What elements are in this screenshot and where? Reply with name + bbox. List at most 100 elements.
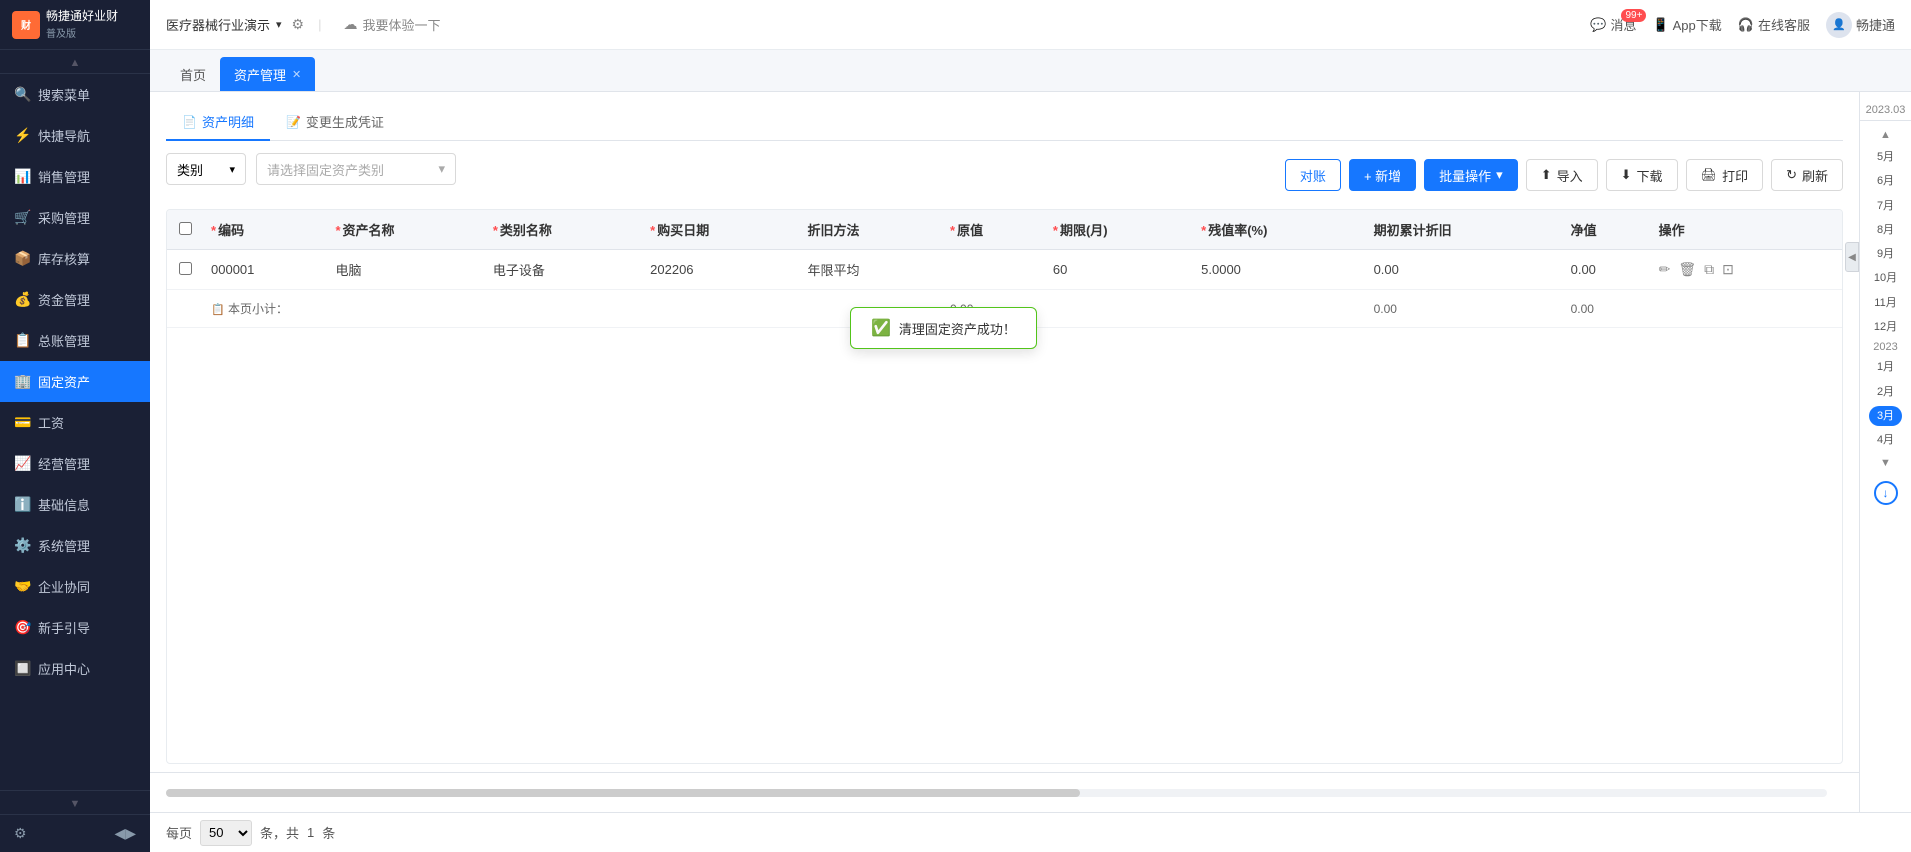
col-purchase-date: *购买日期 bbox=[642, 210, 799, 250]
copy-icon[interactable]: ⧉ bbox=[1704, 261, 1714, 278]
download-button[interactable]: ⬇ 下载 bbox=[1606, 159, 1678, 191]
sidebar-item-sales[interactable]: 📊 销售管理 bbox=[0, 156, 150, 197]
sidebar-item-ledger[interactable]: 📋 总账管理 bbox=[0, 320, 150, 361]
per-page-unit: 条，共 bbox=[260, 823, 299, 842]
system-icon: ⚙️ bbox=[14, 537, 30, 554]
collab-icon: 🤝 bbox=[14, 578, 30, 595]
sidebar-item-label: 资金管理 bbox=[38, 290, 90, 309]
experience-button[interactable]: ☁ 我要体验一下 bbox=[344, 15, 441, 34]
settings-icon[interactable]: ⚙ bbox=[14, 825, 27, 842]
sidebar-item-finance[interactable]: 💰 资金管理 bbox=[0, 279, 150, 320]
inventory-icon: 📦 bbox=[14, 250, 30, 267]
row-checkbox-cell[interactable] bbox=[167, 250, 203, 290]
panel-month-11[interactable]: 11月 bbox=[1860, 291, 1911, 315]
panel-action-icon[interactable]: ↓ bbox=[1874, 481, 1898, 505]
sidebar-item-inventory[interactable]: 📦 库存核算 bbox=[0, 238, 150, 279]
row-checkbox[interactable] bbox=[179, 262, 192, 275]
sidebar-nav: 🔍 搜索菜单 ⚡ 快捷导航 📊 销售管理 🛒 采购管理 📦 库存核算 💰 资金管… bbox=[0, 74, 150, 790]
per-page-select[interactable]: 50 100 200 bbox=[200, 820, 252, 846]
category-filter[interactable]: 类别 ▾ bbox=[166, 153, 246, 185]
col-period: *期限(月) bbox=[1045, 210, 1193, 250]
sidebar: 财 畅捷通好业财 普及版 ▲ 🔍 搜索菜单 ⚡ 快捷导航 📊 销售管理 🛒 采购… bbox=[0, 0, 150, 852]
sidebar-item-payroll[interactable]: 💳 工资 bbox=[0, 402, 150, 443]
panel-down-arrow[interactable]: ▼ bbox=[1876, 453, 1895, 473]
tab-home[interactable]: 首页 bbox=[166, 57, 220, 91]
col-code: *编码 bbox=[203, 210, 327, 250]
message-badge: 99+ bbox=[1621, 9, 1646, 22]
sidebar-item-search[interactable]: 🔍 搜索菜单 bbox=[0, 74, 150, 115]
content-area: 📄 资产明细 📝 变更生成凭证 类别 ▾ 请选择固定资产类别 bbox=[150, 92, 1911, 812]
table-footer bbox=[150, 772, 1859, 812]
operations-icon: 📈 bbox=[14, 455, 30, 472]
panel-month-5[interactable]: 5月 bbox=[1860, 145, 1911, 169]
sidebar-item-quicknav[interactable]: ⚡ 快捷导航 bbox=[0, 115, 150, 156]
sidebar-footer: ⚙ ◀▶ bbox=[0, 814, 150, 852]
user-menu[interactable]: 👤 畅捷通 bbox=[1826, 12, 1895, 38]
company-selector[interactable]: 医疗器械行业演示 ▾ bbox=[166, 15, 282, 34]
message-button[interactable]: 💬 消息 99+ bbox=[1590, 15, 1636, 34]
collapse-icon[interactable]: ◀▶ bbox=[114, 825, 136, 842]
col-net-value: 净值 bbox=[1563, 210, 1651, 250]
select-all-header[interactable] bbox=[167, 210, 203, 250]
sidebar-item-guide[interactable]: 🎯 新手引导 bbox=[0, 607, 150, 648]
category-input[interactable]: 请选择固定资产类别 ▾ bbox=[256, 153, 456, 185]
tab-asset-management[interactable]: 资产管理 ✕ bbox=[220, 57, 315, 91]
cell-net-value: 0.00 bbox=[1563, 250, 1651, 290]
sidebar-item-operations[interactable]: 📈 经营管理 bbox=[0, 443, 150, 484]
tab-close-icon[interactable]: ✕ bbox=[292, 68, 301, 81]
panel-month-4[interactable]: 4月 bbox=[1860, 428, 1911, 452]
print-button[interactable]: 🖨 打印 bbox=[1686, 159, 1764, 191]
online-service-button[interactable]: 🎧 在线客服 bbox=[1738, 15, 1810, 34]
sidebar-item-fixedassets[interactable]: 🏢 固定资产 bbox=[0, 361, 150, 402]
per-page-label: 每页 bbox=[166, 823, 192, 842]
sidebar-item-basicinfo[interactable]: ℹ️ 基础信息 bbox=[0, 484, 150, 525]
sidebar-item-label: 采购管理 bbox=[38, 208, 90, 227]
add-new-button[interactable]: + 新增 bbox=[1349, 159, 1416, 191]
appcenter-icon: 🔲 bbox=[14, 660, 30, 677]
select-all-checkbox[interactable] bbox=[179, 222, 192, 235]
guide-icon: 🎯 bbox=[14, 619, 30, 636]
panel-collapse-button[interactable]: ◀ bbox=[1845, 242, 1859, 272]
panel-month-2[interactable]: 2月 bbox=[1860, 380, 1911, 404]
settings-icon[interactable]: ⚙ bbox=[292, 16, 305, 33]
service-icon: 🎧 bbox=[1738, 17, 1754, 33]
app-download-button[interactable]: 📱 App下载 bbox=[1652, 15, 1721, 34]
reconcile-button[interactable]: 对账 bbox=[1285, 159, 1341, 191]
panel-period-header: 2023.03 bbox=[1860, 100, 1911, 121]
main-area: 医疗器械行业演示 ▾ ⚙ | ☁ 我要体验一下 💬 消息 99+ 📱 App下载… bbox=[150, 0, 1911, 852]
sidebar-item-collab[interactable]: 🤝 企业协同 bbox=[0, 566, 150, 607]
refresh-button[interactable]: ↻ 刷新 bbox=[1771, 159, 1843, 191]
panel-up-arrow[interactable]: ▲ bbox=[1876, 125, 1895, 145]
panel-month-1[interactable]: 1月 bbox=[1860, 355, 1911, 379]
sub-tab-asset-detail[interactable]: 📄 资产明细 bbox=[166, 104, 270, 141]
sub-tabs: 📄 资产明细 📝 变更生成凭证 bbox=[166, 104, 1843, 141]
sub-tab-change-voucher[interactable]: 📝 变更生成凭证 bbox=[270, 104, 400, 141]
panel-month-6[interactable]: 6月 bbox=[1860, 169, 1911, 193]
print-icon: 🖨 bbox=[1701, 167, 1718, 183]
chevron-down-icon: ▾ bbox=[1496, 167, 1503, 183]
sidebar-item-appcenter[interactable]: 🔲 应用中心 bbox=[0, 648, 150, 689]
chevron-down-icon: ▾ bbox=[276, 18, 282, 31]
panel-month-7[interactable]: 7月 bbox=[1860, 194, 1911, 218]
sidebar-item-purchase[interactable]: 🛒 采购管理 bbox=[0, 197, 150, 238]
import-button[interactable]: ⬆ 导入 bbox=[1526, 159, 1598, 191]
delete-icon[interactable]: 🗑 bbox=[1678, 261, 1696, 278]
message-icon: 💬 bbox=[1590, 17, 1606, 33]
right-panel: 2023.03 ▲ 5月 6月 7月 8月 9月 10月 11月 12月 202… bbox=[1859, 92, 1911, 812]
subtotal-accumulated: 0.00 bbox=[1366, 290, 1563, 328]
sales-icon: 📊 bbox=[14, 168, 30, 185]
edit-icon[interactable]: ✏ bbox=[1659, 261, 1671, 278]
panel-month-3-current[interactable]: 3月 bbox=[1869, 406, 1902, 426]
panel-month-9[interactable]: 9月 bbox=[1860, 242, 1911, 266]
toast-message: 清理固定资产成功！ bbox=[899, 319, 1016, 338]
batch-ops-button[interactable]: 批量操作 ▾ bbox=[1424, 159, 1518, 191]
more-icon[interactable]: ⊡ bbox=[1722, 261, 1734, 278]
cell-code: 000001 bbox=[203, 250, 327, 290]
sidebar-item-label: 新手引导 bbox=[38, 618, 90, 637]
panel-month-12[interactable]: 12月 bbox=[1860, 315, 1911, 339]
cell-name: 电脑 bbox=[327, 250, 484, 290]
panel-month-10[interactable]: 10月 bbox=[1860, 266, 1911, 290]
separator: | bbox=[318, 17, 321, 32]
panel-month-8[interactable]: 8月 bbox=[1860, 218, 1911, 242]
sidebar-item-system[interactable]: ⚙️ 系统管理 bbox=[0, 525, 150, 566]
